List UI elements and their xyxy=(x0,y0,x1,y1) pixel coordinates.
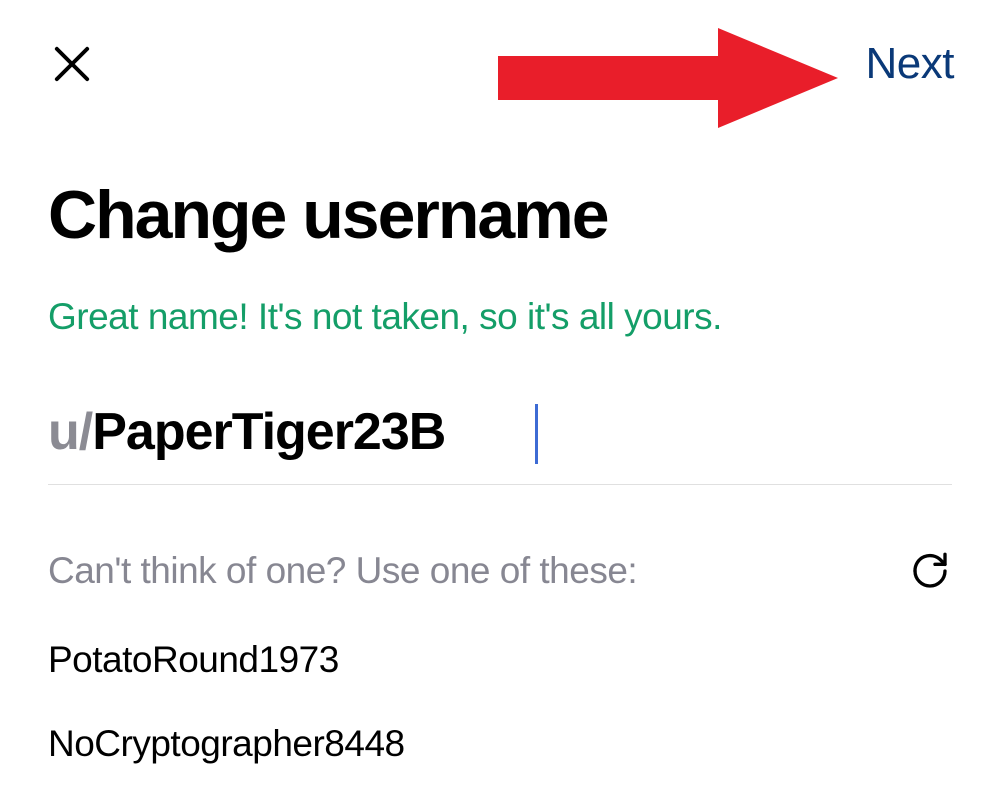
username-input[interactable] xyxy=(92,402,952,462)
refresh-suggestions-button[interactable] xyxy=(908,549,952,593)
username-prefix: u/ xyxy=(48,402,92,462)
refresh-icon xyxy=(910,551,950,591)
text-cursor xyxy=(535,404,538,464)
suggestions-label: Can't think of one? Use one of these: xyxy=(48,550,637,592)
next-button[interactable]: Next xyxy=(866,39,954,89)
suggestion-item[interactable]: PotatoRound1973 xyxy=(48,639,952,681)
close-icon xyxy=(46,38,98,90)
suggestion-item[interactable]: NoCryptographer8448 xyxy=(48,723,952,765)
suggestions-list: PotatoRound1973 NoCryptographer8448 xyxy=(48,639,952,765)
username-field-row: u/ xyxy=(48,402,952,485)
status-message: Great name! It's not taken, so it's all … xyxy=(48,296,952,338)
close-button[interactable] xyxy=(46,38,98,90)
page-title: Change username xyxy=(48,176,952,254)
